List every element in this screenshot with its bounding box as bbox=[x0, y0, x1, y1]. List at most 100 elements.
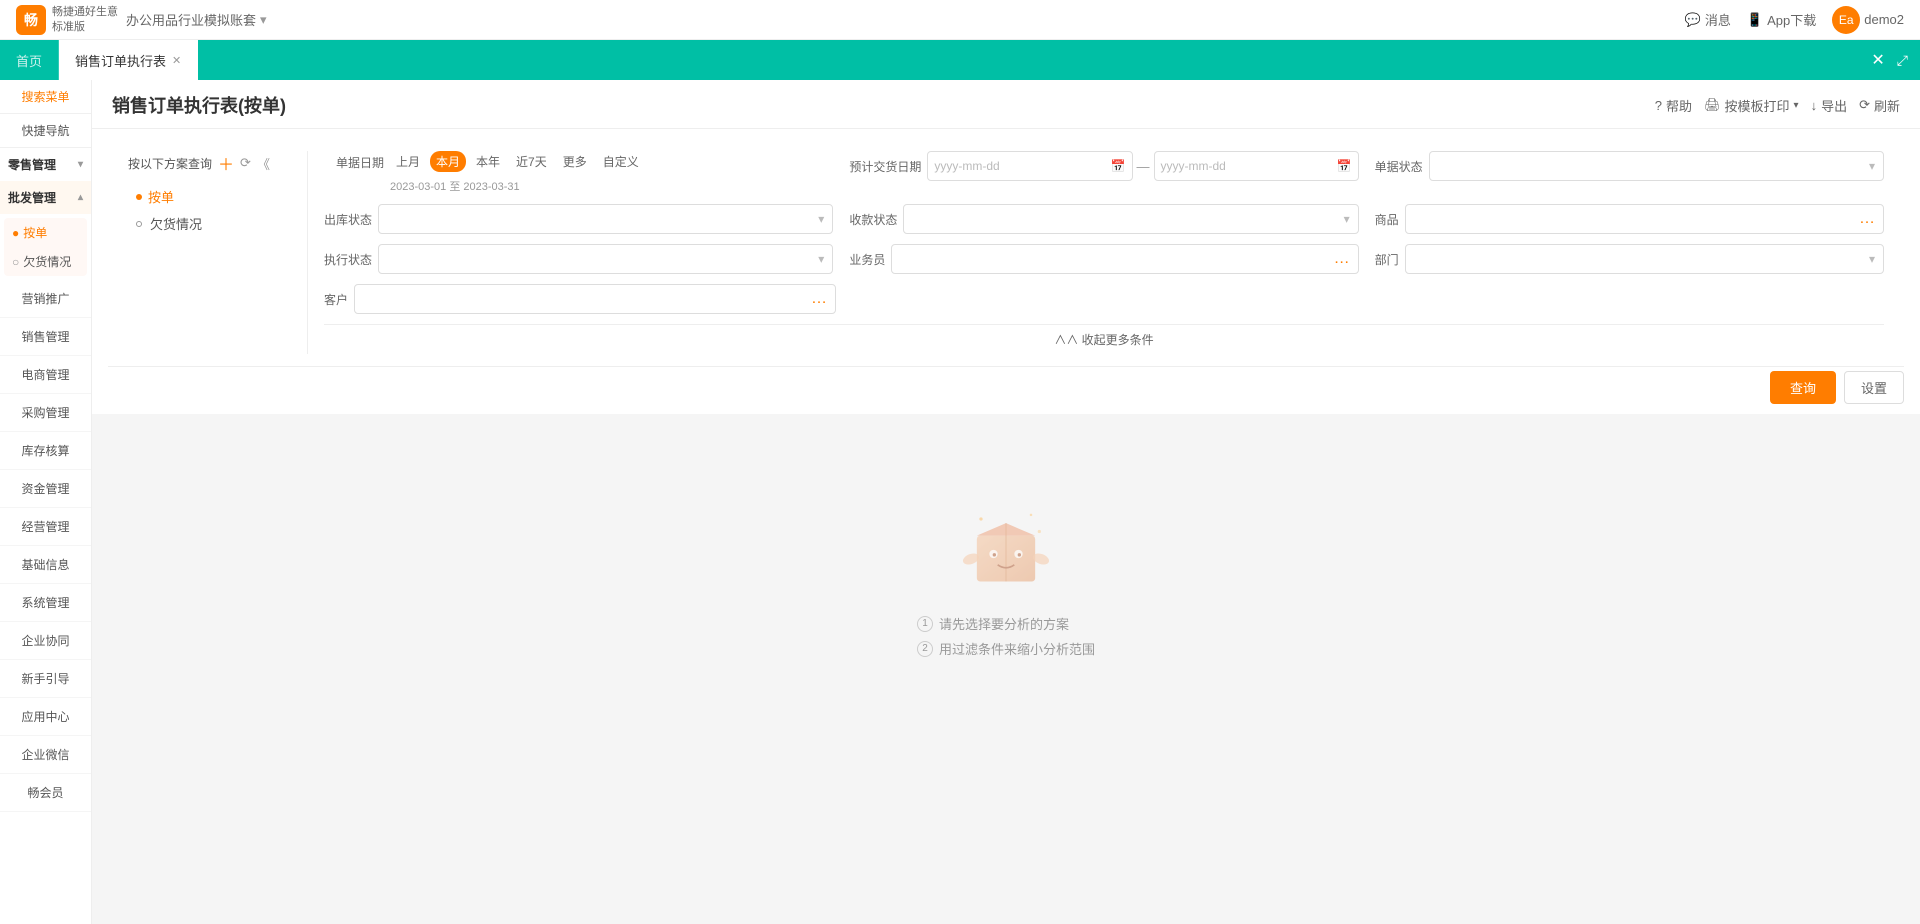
app-download-button[interactable]: 📱 App下载 bbox=[1747, 10, 1816, 29]
empty-tip-2: 2 用过滤条件来缩小分析范围 bbox=[917, 639, 1095, 658]
page-header-top: 销售订单执行表(按单) ? 帮助 🖨 按模板打印 ▾ ↓ 导出 bbox=[112, 92, 1900, 118]
payment-label: 收款状态 bbox=[849, 211, 897, 228]
main-layout: 搜索菜单 快捷导航 零售管理 ▾ 批发管理 ▴ ● 按单 ○ 欠货情况 营销推广 bbox=[0, 80, 1920, 924]
filter-row-4: 客户 … bbox=[324, 284, 1884, 314]
tab-home[interactable]: 首页 bbox=[0, 40, 59, 80]
filter-left: 按以下方案查询 ＋ ⟳ 《 按单 欠货情况 bbox=[128, 151, 308, 354]
sidebar-item-guide[interactable]: 新手引导 bbox=[0, 660, 91, 698]
action-buttons: 查询 设置 bbox=[92, 367, 1920, 414]
sub-sidebar: ● 按单 ○ 欠货情况 bbox=[4, 218, 87, 276]
sidebar-item-system[interactable]: 系统管理 bbox=[0, 584, 91, 622]
page-actions: ? 帮助 🖨 按模板打印 ▾ ↓ 导出 ⟳ 刷新 bbox=[1655, 96, 1900, 115]
filter-field-outbound: 出库状态 ▾ bbox=[324, 204, 833, 234]
logo-area: 畅 畅捷通好生意 标准版 bbox=[16, 5, 118, 35]
filter-field-delivery-date: 预计交货日期 yyyy-mm-dd 📅 — yyyy-mm-dd bbox=[849, 151, 1358, 181]
filter-field-salesperson: 业务员 … bbox=[849, 244, 1358, 274]
tab-sales-order[interactable]: 销售订单执行表 ✕ bbox=[59, 40, 198, 80]
page-header: 销售订单执行表(按单) ? 帮助 🖨 按模板打印 ▾ ↓ 导出 bbox=[92, 80, 1920, 129]
filter-row-2: 出库状态 ▾ 收款状态 ▾ bbox=[324, 204, 1884, 234]
date-tab-7days[interactable]: 近7天 bbox=[510, 151, 553, 172]
top-bar-right: 💬 消息 📱 App下载 Ea demo2 bbox=[1685, 6, 1904, 34]
sidebar-item-finance[interactable]: 资金管理 bbox=[0, 470, 91, 508]
active-dot-icon: ● bbox=[12, 226, 19, 240]
filter-field-date: 单据日期 上月 本月 本年 近7天 更多 自定义 2023 bbox=[324, 151, 833, 194]
template-print-button[interactable]: 🖨 按模板打印 ▾ bbox=[1704, 96, 1799, 115]
order-status-label: 单据状态 bbox=[1375, 158, 1423, 175]
delivery-date-start[interactable]: yyyy-mm-dd 📅 bbox=[927, 151, 1132, 181]
empty-tips: 1 请先选择要分析的方案 2 用过滤条件来缩小分析范围 bbox=[917, 614, 1095, 658]
date-tab-custom[interactable]: 自定义 bbox=[597, 151, 645, 172]
settings-button[interactable]: 设置 bbox=[1844, 371, 1904, 404]
sidebar-item-marketing[interactable]: 营销推广 bbox=[0, 280, 91, 318]
more-icon[interactable]: … bbox=[1334, 250, 1350, 268]
sidebar-item-basic[interactable]: 基础信息 bbox=[0, 546, 91, 584]
date-tab-this-month[interactable]: 本月 bbox=[430, 151, 466, 172]
tab-bar: 首页 销售订单执行表 ✕ ✕ ⤢ bbox=[0, 40, 1920, 80]
chevron-down-icon: ▾ bbox=[1344, 212, 1350, 226]
help-icon: ? bbox=[1655, 98, 1662, 113]
more-icon[interactable]: … bbox=[1859, 210, 1875, 228]
logo-text: 畅捷通好生意 标准版 bbox=[52, 5, 118, 34]
outbound-select[interactable]: ▾ bbox=[378, 204, 833, 234]
order-status-select[interactable]: ▾ bbox=[1429, 151, 1884, 181]
sidebar-item-member[interactable]: 畅会员 bbox=[0, 774, 91, 812]
salesperson-input[interactable]: … bbox=[891, 244, 1358, 274]
sidebar: 搜索菜单 快捷导航 零售管理 ▾ 批发管理 ▴ ● 按单 ○ 欠货情况 营销推广 bbox=[0, 80, 92, 924]
user-area[interactable]: Ea demo2 bbox=[1832, 6, 1904, 34]
collapse-scheme-icon[interactable]: 《 bbox=[257, 154, 270, 173]
sidebar-item-ecommerce[interactable]: 电商管理 bbox=[0, 356, 91, 394]
sidebar-search[interactable]: 搜索菜单 bbox=[0, 80, 91, 114]
add-scheme-icon[interactable]: ＋ bbox=[218, 151, 234, 175]
download-icon: 📱 bbox=[1747, 12, 1763, 28]
sidebar-item-欠货情况[interactable]: ○ 欠货情况 bbox=[4, 247, 87, 276]
message-button[interactable]: 💬 消息 bbox=[1685, 10, 1731, 29]
sidebar-item-purchase[interactable]: 采购管理 bbox=[0, 394, 91, 432]
empty-state: 1 请先选择要分析的方案 2 用过滤条件来缩小分析范围 bbox=[92, 414, 1920, 738]
page-title: 销售订单执行表(按单) bbox=[112, 92, 286, 118]
export-icon: ↓ bbox=[1811, 98, 1818, 113]
sidebar-item-apps[interactable]: 应用中心 bbox=[0, 698, 91, 736]
refresh-button[interactable]: ⟳ 刷新 bbox=[1859, 96, 1900, 115]
sidebar-item-operations[interactable]: 经营管理 bbox=[0, 508, 91, 546]
sidebar-item-collab[interactable]: 企业协同 bbox=[0, 622, 91, 660]
outbound-label: 出库状态 bbox=[324, 211, 372, 228]
chevron-down-icon: ▾ bbox=[818, 252, 824, 266]
payment-select[interactable]: ▾ bbox=[903, 204, 1358, 234]
export-button[interactable]: ↓ 导出 bbox=[1811, 96, 1848, 115]
sidebar-item-sales[interactable]: 销售管理 bbox=[0, 318, 91, 356]
goods-input[interactable]: … bbox=[1405, 204, 1884, 234]
customer-input[interactable]: … bbox=[354, 284, 836, 314]
window-expand-icon[interactable]: ⤢ bbox=[1897, 52, 1908, 69]
sidebar-item-按单[interactable]: ● 按单 bbox=[4, 218, 87, 247]
sidebar-item-wechat[interactable]: 企业微信 bbox=[0, 736, 91, 774]
delivery-date-range: yyyy-mm-dd 📅 — yyyy-mm-dd 📅 bbox=[927, 151, 1358, 181]
date-tab-last-month[interactable]: 上月 bbox=[390, 151, 426, 172]
date-tab-more[interactable]: 更多 bbox=[557, 151, 593, 172]
collapse-filter-button[interactable]: ∧∧ 收起更多条件 bbox=[324, 324, 1884, 354]
filter-section: 按以下方案查询 ＋ ⟳ 《 按单 欠货情况 bbox=[92, 129, 1920, 367]
sidebar-section-wholesale[interactable]: 批发管理 ▴ bbox=[0, 181, 91, 214]
calendar-icon2: 📅 bbox=[1337, 159, 1352, 173]
tab-bar-actions: ✕ ⤢ bbox=[1859, 40, 1920, 80]
refresh-scheme-icon[interactable]: ⟳ bbox=[240, 155, 251, 171]
sidebar-item-inventory[interactable]: 库存核算 bbox=[0, 432, 91, 470]
exec-status-select[interactable]: ▾ bbox=[378, 244, 833, 274]
customer-label: 客户 bbox=[324, 291, 348, 308]
delivery-date-end[interactable]: yyyy-mm-dd 📅 bbox=[1154, 151, 1359, 181]
filter-row-3: 执行状态 ▾ 业务员 … bbox=[324, 244, 1884, 274]
query-button[interactable]: 查询 bbox=[1770, 371, 1836, 404]
date-tab-this-year[interactable]: 本年 bbox=[470, 151, 506, 172]
help-button[interactable]: ? 帮助 bbox=[1655, 96, 1692, 115]
sidebar-section-retail[interactable]: 零售管理 ▾ bbox=[0, 148, 91, 181]
scheme-item-按单[interactable]: 按单 bbox=[128, 183, 295, 210]
tab-close-icon[interactable]: ✕ bbox=[172, 54, 181, 67]
department-select[interactable]: ▾ bbox=[1405, 244, 1884, 274]
more-icon[interactable]: … bbox=[811, 290, 827, 308]
window-close-icon[interactable]: ✕ bbox=[1871, 50, 1884, 70]
scheme-item-欠货[interactable]: 欠货情况 bbox=[128, 210, 295, 237]
filter-field-customer: 客户 … bbox=[324, 284, 836, 314]
tip-number-2: 2 bbox=[917, 641, 933, 657]
sidebar-quick-nav[interactable]: 快捷导航 bbox=[0, 114, 91, 148]
filter-right: 单据日期 上月 本月 本年 近7天 更多 自定义 2023 bbox=[308, 151, 1884, 354]
chevron-down-icon[interactable]: ▾ bbox=[260, 12, 267, 28]
